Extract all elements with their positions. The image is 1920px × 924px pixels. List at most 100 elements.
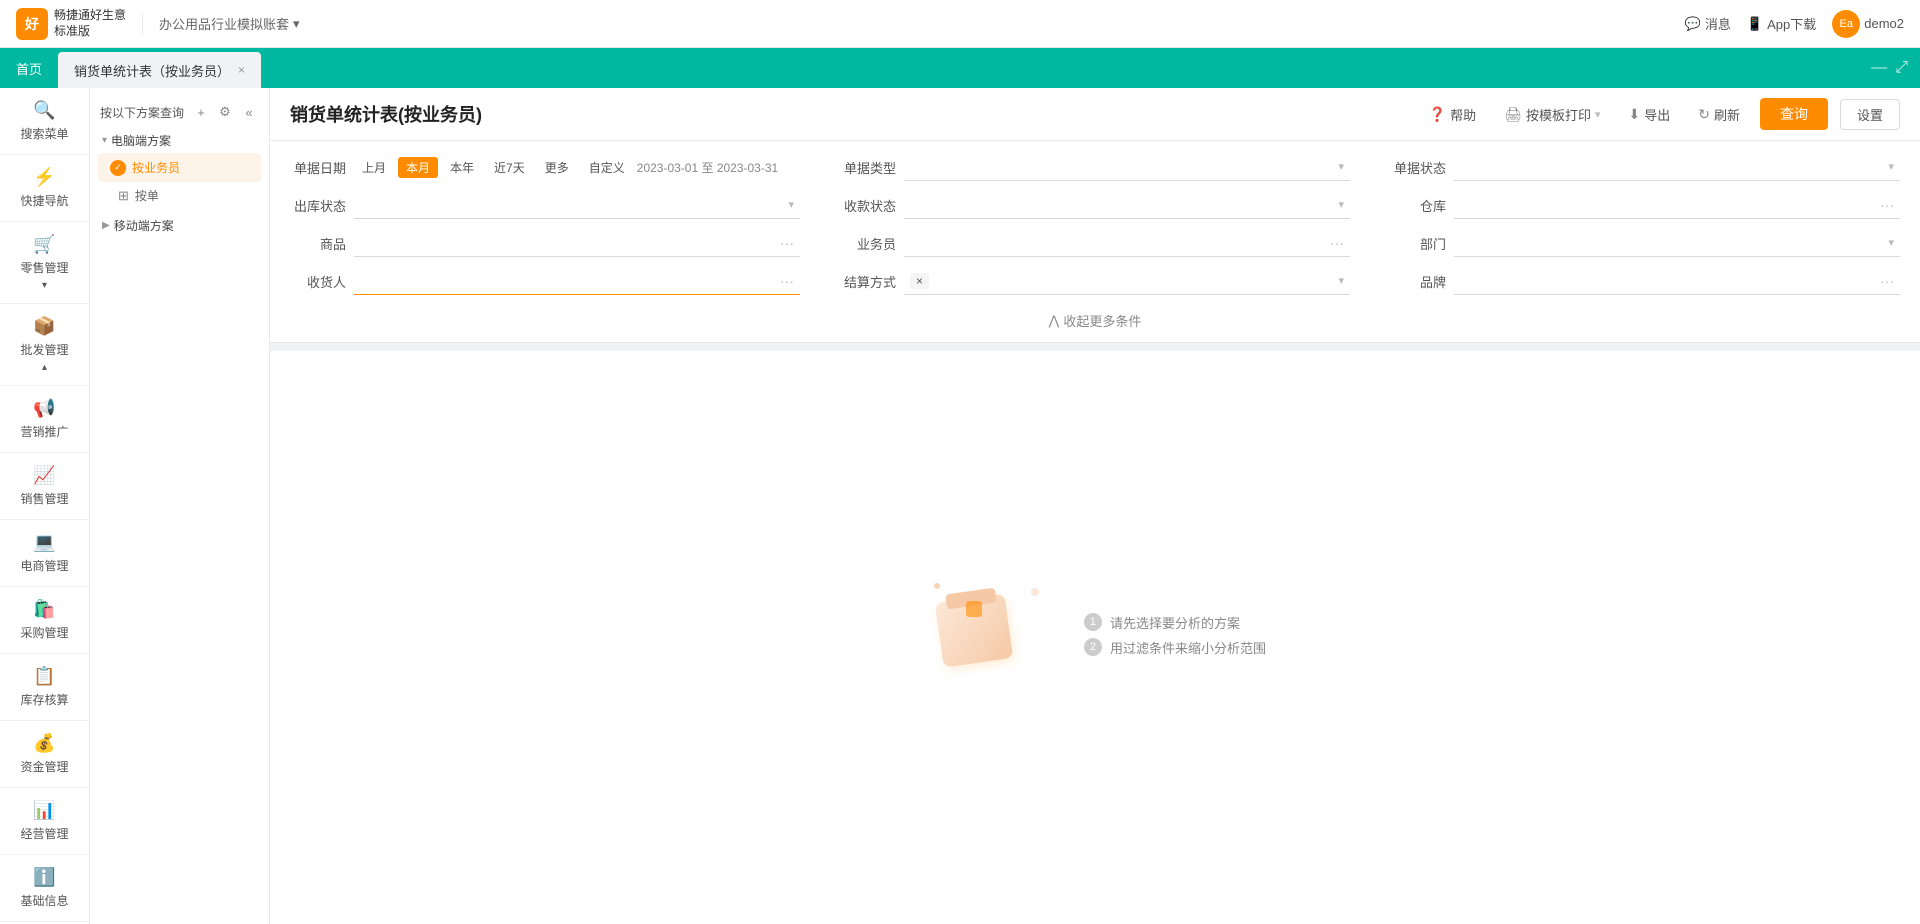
tab-minimize-icon[interactable]: — — [1871, 59, 1887, 77]
receipt-status-control[interactable]: ▾ — [904, 191, 1350, 219]
left-panel-icons: + ⚙ « — [191, 102, 259, 122]
sidebar-item-retail[interactable]: 🛒 零售管理 ▾ — [0, 222, 89, 304]
filter-row-4: 收货人 ··· 结算方式 × ▾ — [290, 267, 1900, 295]
out-status-control[interactable]: ▾ — [354, 191, 800, 219]
date-range-display: 2023-03-01 至 2023-03-31 — [637, 159, 778, 176]
filter-doc-type: 单据类型 ▾ — [840, 153, 1350, 181]
logo-area: 好 畅捷通好生意 标准版 — [16, 8, 126, 40]
scheme-collapse-button[interactable]: « — [239, 102, 259, 122]
date-option-this-year[interactable]: 本年 — [442, 157, 482, 178]
download-icon: 📱 — [1747, 16, 1763, 32]
filter-out-status: 出库状态 ▾ — [290, 191, 800, 219]
filter-department: 部门 ▾ — [1390, 229, 1900, 257]
sidebar-item-marketing[interactable]: 📢 营销推广 — [0, 386, 89, 453]
export-button[interactable]: ⬇ 导出 — [1620, 101, 1678, 128]
filter-row-3: 商品 ··· 业务员 ··· — [290, 229, 1900, 257]
salesperson-control[interactable]: ··· — [904, 229, 1350, 257]
chevron-down-icon: ▾ — [1888, 160, 1894, 173]
chevron-down-icon: ▾ — [42, 280, 47, 291]
chevron-up-icon: ⋀ — [1049, 313, 1060, 329]
scheme-item-by-order[interactable]: ⊞ 按单 — [98, 182, 261, 209]
refresh-button[interactable]: ↻ 刷新 — [1690, 101, 1748, 128]
app-download-button[interactable]: 📱 App下载 — [1747, 14, 1816, 33]
date-option-more[interactable]: 更多 — [537, 157, 577, 178]
breadcrumb[interactable]: 办公用品行业模拟账套 ▾ — [159, 14, 300, 33]
query-button[interactable]: 查询 — [1760, 98, 1828, 130]
date-filter: 上月 本月 本年 近7天 更多 自定义 2023-03-01 至 2023-03… — [354, 157, 778, 178]
empty-illustration — [924, 583, 1044, 693]
receipt-status-label: 收款状态 — [840, 196, 896, 215]
date-option-this-month[interactable]: 本月 — [398, 157, 438, 178]
tab-active[interactable]: 销货单统计表（按业务员） × — [58, 52, 261, 88]
sidebar: 🔍 搜索菜单 ⚡ 快捷导航 🛒 零售管理 ▾ 📦 批发管理 ▴ 📢 营销推广 📈… — [0, 88, 90, 924]
tab-home[interactable]: 首页 — [0, 48, 58, 88]
tab-expand-icon[interactable]: ⤢ — [1895, 59, 1908, 77]
ecommerce-icon: 💻 — [33, 532, 55, 553]
goods-control[interactable]: ··· — [354, 229, 800, 257]
top-bar: 好 畅捷通好生意 标准版 办公用品行业模拟账套 ▾ 💬 消息 📱 App下载 E… — [0, 0, 1920, 48]
sidebar-item-purchase[interactable]: 🛍️ 采购管理 — [0, 587, 89, 654]
payment-control[interactable]: × ▾ — [904, 267, 1350, 295]
date-label: 单据日期 — [290, 158, 346, 177]
sidebar-item-quick-nav[interactable]: ⚡ 快捷导航 — [0, 155, 89, 222]
filter-brand: 品牌 ··· — [1390, 267, 1900, 295]
collapse-button[interactable]: ⋀ 收起更多条件 — [290, 305, 1900, 330]
doc-type-control[interactable]: ▾ — [904, 153, 1350, 181]
marketing-icon: 📢 — [33, 398, 55, 419]
message-button[interactable]: 💬 消息 — [1685, 14, 1731, 33]
print-button[interactable]: 🖨 按模板打印 ▾ — [1496, 101, 1608, 128]
doc-status-label: 单据状态 — [1390, 158, 1446, 177]
doc-status-control[interactable]: ▾ — [1454, 153, 1900, 181]
brand-label: 品牌 — [1390, 272, 1446, 291]
date-option-custom[interactable]: 自定义 — [581, 157, 633, 178]
help-button[interactable]: ❓ 帮助 — [1421, 101, 1484, 128]
department-control[interactable]: ▾ — [1454, 229, 1900, 257]
mobile-scheme-title[interactable]: ▶ 移动端方案 — [98, 213, 261, 238]
sidebar-item-search[interactable]: 🔍 搜索菜单 — [0, 88, 89, 155]
date-option-7days[interactable]: 近7天 — [486, 157, 533, 178]
payment-tag-x[interactable]: × — [916, 274, 923, 288]
chevron-right-icon: ▶ — [102, 220, 110, 231]
data-area: 1 请先选择要分析的方案 2 用过滤条件来缩小分析范围 — [270, 351, 1920, 924]
payment-label: 结算方式 — [840, 272, 896, 291]
scheme-item-by-salesperson[interactable]: ✓ 按业务员 — [98, 153, 261, 182]
consignee-control[interactable]: ··· — [354, 267, 800, 295]
sidebar-item-sales[interactable]: 📈 销售管理 — [0, 453, 89, 520]
add-scheme-button[interactable]: + — [191, 102, 211, 122]
more-icon: ··· — [780, 235, 794, 251]
consignee-label: 收货人 — [290, 272, 346, 291]
left-panel-header: 按以下方案查询 + ⚙ « — [90, 96, 269, 128]
tab-close-icon[interactable]: × — [238, 63, 245, 77]
refresh-icon: ↻ — [1698, 106, 1710, 123]
warehouse-control[interactable]: ··· — [1454, 191, 1900, 219]
scheme-settings-button[interactable]: ⚙ — [215, 102, 235, 122]
filter-goods: 商品 ··· — [290, 229, 800, 257]
filter-area: 单据日期 上月 本月 本年 近7天 更多 自定义 2023-03-01 至 20… — [270, 141, 1920, 343]
chevron-down-icon: ▾ — [788, 198, 794, 211]
sidebar-item-basic-info[interactable]: ℹ️ 基础信息 — [0, 855, 89, 922]
settings-button[interactable]: 设置 — [1840, 99, 1900, 130]
filter-row-1: 单据日期 上月 本月 本年 近7天 更多 自定义 2023-03-01 至 20… — [290, 153, 1900, 181]
by-order-icon: ⊞ — [118, 188, 129, 204]
user-profile[interactable]: Ea demo2 — [1832, 10, 1904, 38]
filter-doc-status: 单据状态 ▾ — [1390, 153, 1900, 181]
sidebar-item-operations[interactable]: 📊 经营管理 — [0, 788, 89, 855]
content-area: 按以下方案查询 + ⚙ « ▾ 电脑端方案 — [90, 88, 1920, 924]
sidebar-item-finance[interactable]: 💰 资金管理 — [0, 721, 89, 788]
date-option-prev-month[interactable]: 上月 — [354, 157, 394, 178]
sidebar-item-ecommerce[interactable]: 💻 电商管理 — [0, 520, 89, 587]
quick-nav-icon: ⚡ — [33, 167, 55, 188]
search-icon: 🔍 — [33, 100, 55, 121]
more-icon: ··· — [1330, 235, 1344, 251]
top-bar-right: 💬 消息 📱 App下载 Ea demo2 — [1685, 10, 1904, 38]
tip-1-num: 1 — [1084, 613, 1102, 631]
brand-control[interactable]: ··· — [1454, 267, 1900, 295]
warehouse-label: 仓库 — [1390, 196, 1446, 215]
desktop-scheme-title[interactable]: ▾ 电脑端方案 — [98, 128, 261, 153]
tab-bar-right: — ⤢ — [1871, 48, 1920, 88]
sidebar-item-inventory[interactable]: 📋 库存核算 — [0, 654, 89, 721]
filter-date: 单据日期 上月 本月 本年 近7天 更多 自定义 2023-03-01 至 20… — [290, 157, 800, 178]
empty-tips: 1 请先选择要分析的方案 2 用过滤条件来缩小分析范围 — [1084, 613, 1266, 663]
basic-info-icon: ℹ️ — [33, 867, 55, 888]
sidebar-item-wholesale[interactable]: 📦 批发管理 ▴ — [0, 304, 89, 386]
